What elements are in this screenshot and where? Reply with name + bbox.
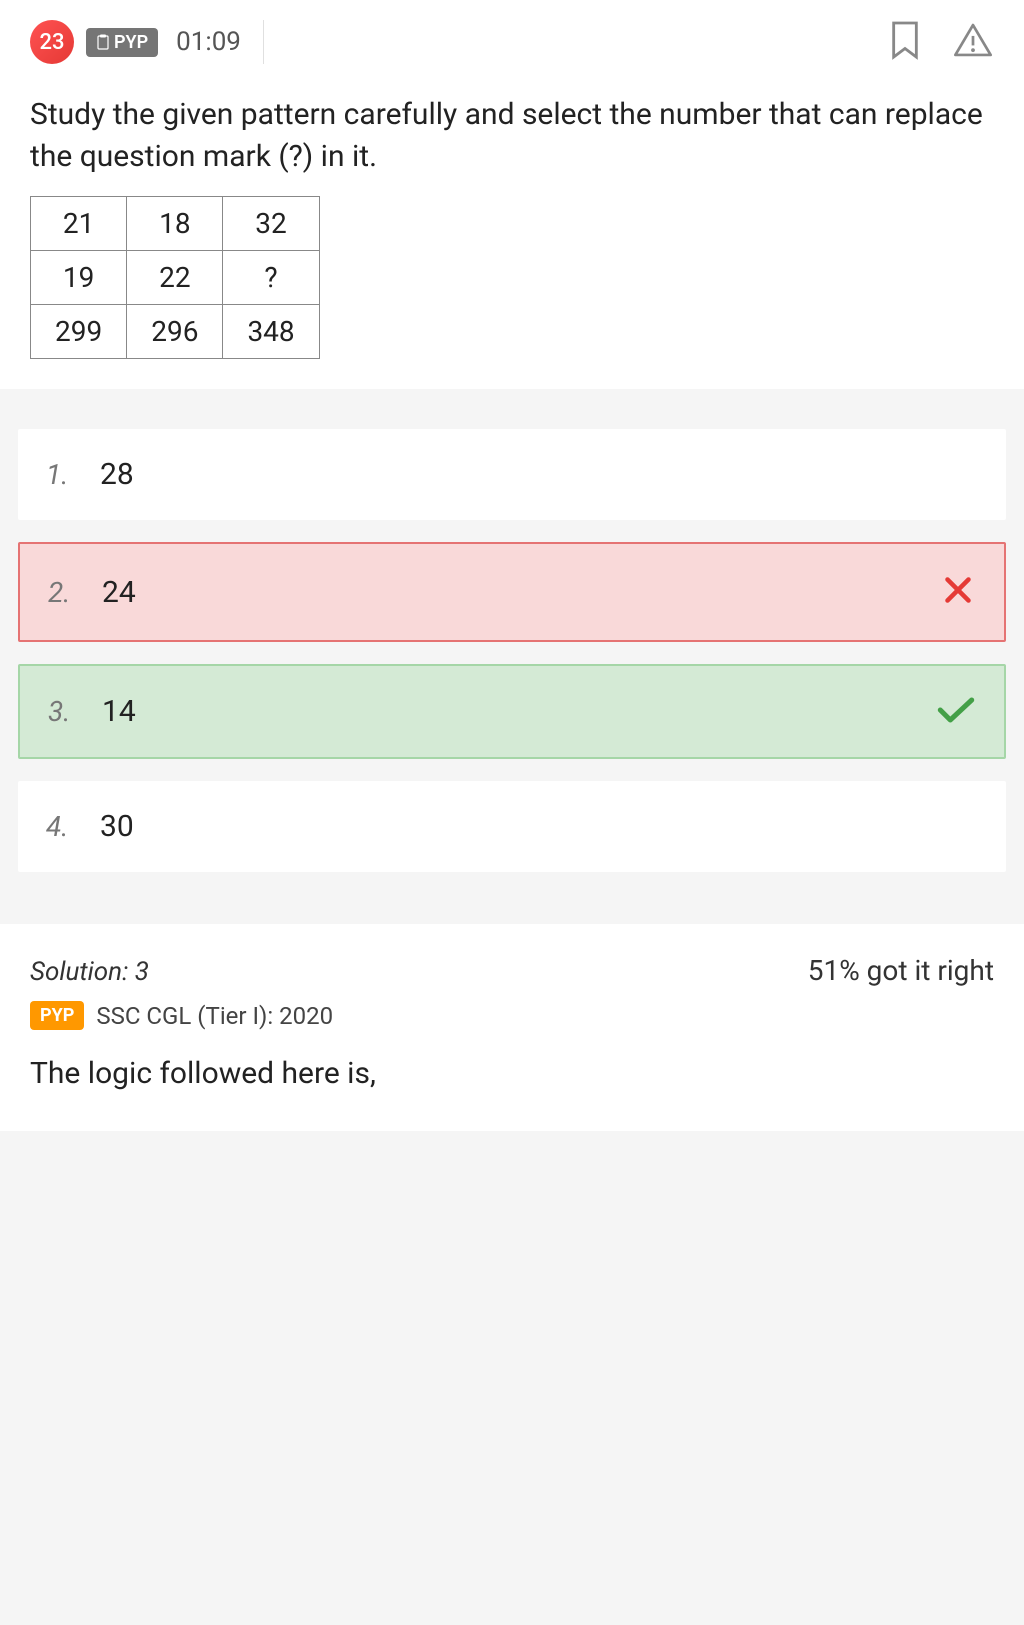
option-content: 4. 30 xyxy=(46,809,134,844)
source-text: SSC CGL (Tier I): 2020 xyxy=(96,1002,333,1030)
question-content: Study the given pattern carefully and se… xyxy=(0,84,1024,389)
question-number-badge: 23 xyxy=(30,20,74,64)
pyp-badge: PYP xyxy=(86,28,158,57)
table-cell: 296 xyxy=(127,305,223,359)
table-cell: 19 xyxy=(31,251,127,305)
option-content: 2. 24 xyxy=(48,575,136,610)
table-cell: 32 xyxy=(223,197,319,251)
option-value: 30 xyxy=(100,809,134,844)
solution-section: Solution: 3 51% got it right PYP SSC CGL… xyxy=(0,924,1024,1131)
option-number: 2. xyxy=(48,576,78,609)
table-cell: ? xyxy=(223,251,319,305)
option-2[interactable]: 2. 24 xyxy=(18,542,1006,642)
check-icon xyxy=(936,695,976,729)
options-section: 1. 28 2. 24 3. 14 xyxy=(0,389,1024,924)
option-value: 14 xyxy=(102,694,136,729)
option-1[interactable]: 1. 28 xyxy=(18,429,1006,520)
source-row: PYP SSC CGL (Tier I): 2020 xyxy=(30,1001,994,1030)
option-content: 3. 14 xyxy=(48,694,136,729)
pyp-badge-orange: PYP xyxy=(30,1001,84,1030)
question-header: 23 PYP 01:09 xyxy=(0,0,1024,84)
option-content: 1. 28 xyxy=(46,457,134,492)
clipboard-icon xyxy=(96,34,110,50)
solution-label: Solution: 3 xyxy=(30,957,149,987)
option-number: 3. xyxy=(48,695,78,728)
question-text: Study the given pattern carefully and se… xyxy=(30,94,994,178)
divider xyxy=(263,20,264,64)
cross-icon xyxy=(940,572,976,612)
table-row: 299 296 348 xyxy=(31,305,320,359)
warning-icon[interactable] xyxy=(952,21,994,63)
option-3[interactable]: 3. 14 xyxy=(18,664,1006,759)
option-number: 4. xyxy=(46,810,76,843)
option-value: 24 xyxy=(102,575,136,610)
table-cell: 22 xyxy=(127,251,223,305)
option-4[interactable]: 4. 30 xyxy=(18,781,1006,872)
timer: 01:09 xyxy=(170,27,241,57)
quiz-container: 23 PYP 01:09 xyxy=(0,0,1024,1131)
got-right-stat: 51% got it right xyxy=(808,954,994,987)
table-row: 19 22 ? xyxy=(31,251,320,305)
pattern-table: 21 18 32 19 22 ? 299 296 348 xyxy=(30,196,320,359)
bookmark-icon[interactable] xyxy=(888,20,922,64)
table-cell: 348 xyxy=(223,305,319,359)
pyp-label: PYP xyxy=(114,32,148,53)
option-value: 28 xyxy=(100,457,134,492)
option-number: 1. xyxy=(46,458,76,491)
solution-header: Solution: 3 51% got it right xyxy=(30,954,994,987)
logic-intro: The logic followed here is, xyxy=(30,1056,994,1091)
header-left: 23 PYP 01:09 xyxy=(30,20,264,64)
table-cell: 21 xyxy=(31,197,127,251)
table-cell: 299 xyxy=(31,305,127,359)
header-right xyxy=(888,20,994,64)
table-cell: 18 xyxy=(127,197,223,251)
table-row: 21 18 32 xyxy=(31,197,320,251)
